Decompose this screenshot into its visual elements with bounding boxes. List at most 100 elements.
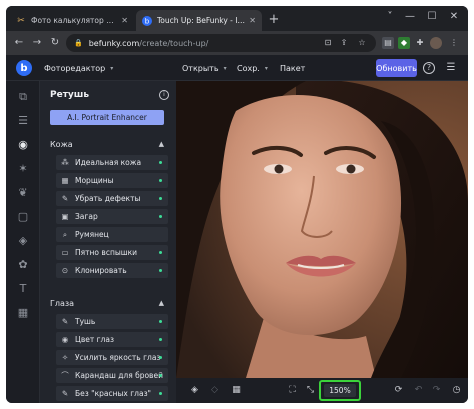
tool-red-eye[interactable]: ✎ Без "красных глаз": [56, 386, 168, 401]
update-button[interactable]: Обновить: [376, 59, 417, 77]
tool-label: Карандаш для бровей: [75, 371, 163, 380]
tool-label: Загар: [75, 212, 98, 221]
eye-icon: ◉: [61, 335, 69, 344]
chevron-down-icon: ▾: [264, 64, 268, 72]
reload-icon[interactable]: ↻: [48, 36, 62, 50]
fit-screen-icon[interactable]: ⛶: [286, 384, 299, 397]
tool-label: Морщины: [75, 176, 114, 185]
extension-icon[interactable]: ▤: [382, 37, 394, 49]
help-icon[interactable]: ?: [423, 62, 435, 74]
tool-clone[interactable]: ⊙ Клонировать: [56, 263, 168, 278]
tool-tan[interactable]: ▣ Загар: [56, 209, 168, 224]
overlays-icon[interactable]: ◈: [15, 233, 31, 249]
sparkle-icon: ⁂: [61, 158, 69, 167]
open-dropdown[interactable]: Открыть ▾: [182, 60, 227, 76]
tab-label: Touch Up: BeFunky - Image Reto: [157, 16, 245, 25]
chevron-down-icon: ▾: [223, 64, 227, 72]
frames-icon[interactable]: ▢: [15, 209, 31, 225]
tool-mascara[interactable]: ✎ Тушь: [56, 314, 168, 329]
layers-secondary-icon[interactable]: ◇: [208, 384, 221, 397]
tab-search-icon[interactable]: ˅: [382, 11, 398, 22]
status-dot: [159, 161, 162, 164]
avatar[interactable]: [430, 37, 442, 49]
browser-tab-calculator[interactable]: ✂ Фото калькулятор онлайн ✕: [10, 10, 134, 31]
back-icon[interactable]: ←: [12, 36, 26, 50]
portrait-photo: [176, 81, 468, 378]
compare-icon[interactable]: ⟳: [392, 384, 405, 397]
effects-icon[interactable]: ✶: [15, 161, 31, 177]
mode-dropdown[interactable]: Фоторедактор ▾: [44, 60, 113, 76]
tool-shine-reducer[interactable]: ▭ Пятно вспышки: [56, 245, 168, 260]
grid-icon[interactable]: ▦: [230, 384, 243, 397]
new-tab-button[interactable]: +: [266, 12, 282, 28]
tool-eye-color[interactable]: ◉ Цвет глаз: [56, 332, 168, 347]
image-canvas[interactable]: [176, 81, 468, 378]
section-title: Кожа: [50, 139, 73, 149]
status-dot: [159, 179, 162, 182]
adjust-icon[interactable]: ☰: [15, 113, 31, 129]
tool-perfect-skin[interactable]: ⁂ Идеальная кожа: [56, 155, 168, 170]
befunky-favicon-icon: b: [142, 15, 152, 26]
save-label: Сохр.: [237, 63, 260, 73]
tool-brow-pencil[interactable]: ⌒ Карандаш для бровей: [56, 368, 168, 383]
retouch-panel: Ретушь i A.I. Portrait Enhancer Кожа ▲ ⁂…: [40, 81, 176, 403]
tab-strip: ✂ Фото калькулятор онлайн ✕ b Touch Up: …: [6, 6, 468, 31]
actual-size-icon[interactable]: ⤡: [304, 384, 317, 397]
tool-blush[interactable]: ⌕ Румянец: [56, 227, 168, 242]
redo-icon[interactable]: ↷: [430, 384, 443, 397]
address-bar[interactable]: 🔒 befunky.com/create/touch-up/ ⊡ ⇪ ☆: [66, 34, 376, 52]
tool-label: Тушь: [75, 317, 96, 326]
browser-tab-befunky[interactable]: b Touch Up: BeFunky - Image Reto ✕: [136, 10, 262, 31]
minimize-icon[interactable]: —: [402, 11, 418, 22]
zoom-indicator[interactable]: 150%: [319, 380, 361, 401]
close-window-icon[interactable]: ✕: [446, 11, 462, 22]
textures-icon[interactable]: ▦: [15, 305, 31, 321]
layers-icon[interactable]: ◈: [188, 384, 201, 397]
tool-wrinkles[interactable]: ▦ Морщины: [56, 173, 168, 188]
status-dot: [159, 356, 162, 359]
info-icon[interactable]: i: [159, 90, 169, 100]
forward-icon[interactable]: →: [30, 36, 44, 50]
befunky-logo[interactable]: b: [16, 60, 32, 76]
mascara-icon: ✎: [61, 317, 69, 326]
section-eyes-header[interactable]: Глаза ▲: [50, 297, 164, 309]
batch-button[interactable]: Пакет: [280, 60, 305, 76]
menu-icon[interactable]: ☰: [444, 61, 458, 75]
close-tab-icon[interactable]: ✕: [121, 16, 128, 25]
text-icon[interactable]: T: [15, 281, 31, 297]
maximize-icon[interactable]: ☐: [424, 11, 440, 22]
close-tab-icon[interactable]: ✕: [249, 16, 256, 25]
tool-remove-blemish[interactable]: ✎ Убрать дефекты: [56, 191, 168, 206]
section-skin-header[interactable]: Кожа ▲: [50, 138, 164, 150]
tool-label: Идеальная кожа: [75, 158, 142, 167]
install-icon[interactable]: ⊡: [322, 37, 334, 49]
bookmark-star-icon[interactable]: ☆: [356, 37, 368, 49]
section-title: Глаза: [50, 298, 75, 308]
status-dot: [159, 197, 162, 200]
tan-icon: ▣: [61, 212, 69, 221]
tool-label: Пятно вспышки: [75, 248, 138, 257]
puzzle-icon[interactable]: ✚: [414, 37, 426, 49]
browser-menu-icon[interactable]: ⋮: [448, 37, 460, 49]
green-extension-icon[interactable]: ◆: [398, 37, 410, 49]
history-icon[interactable]: ◷: [450, 384, 463, 397]
status-dot: [159, 392, 162, 395]
save-dropdown[interactable]: Сохр. ▾: [237, 60, 268, 76]
status-dot: [159, 251, 162, 254]
clone-icon: ⊙: [61, 266, 69, 275]
browser-window: ✂ Фото калькулятор онлайн ✕ b Touch Up: …: [6, 6, 468, 403]
eye-touchup-icon[interactable]: ◉: [15, 137, 31, 153]
undo-icon[interactable]: ↶: [412, 384, 425, 397]
graphics-icon[interactable]: ✿: [15, 257, 31, 273]
tool-label: Румянец: [75, 230, 109, 239]
status-dot: [159, 374, 162, 377]
artsy-icon[interactable]: ❦: [15, 185, 31, 201]
url-path: /create/touch-up/: [139, 38, 209, 48]
tool-label: Усилить яркость глаз: [75, 353, 161, 362]
share-icon[interactable]: ⇪: [338, 37, 350, 49]
edit-tools-icon[interactable]: ⧉: [15, 89, 31, 105]
scissors-icon: ✂: [17, 15, 25, 26]
ai-portrait-enhancer-button[interactable]: A.I. Portrait Enhancer: [50, 110, 164, 125]
chevron-up-icon: ▲: [158, 299, 164, 307]
tool-eye-brighten[interactable]: ✧ Усилить яркость глаз: [56, 350, 168, 365]
